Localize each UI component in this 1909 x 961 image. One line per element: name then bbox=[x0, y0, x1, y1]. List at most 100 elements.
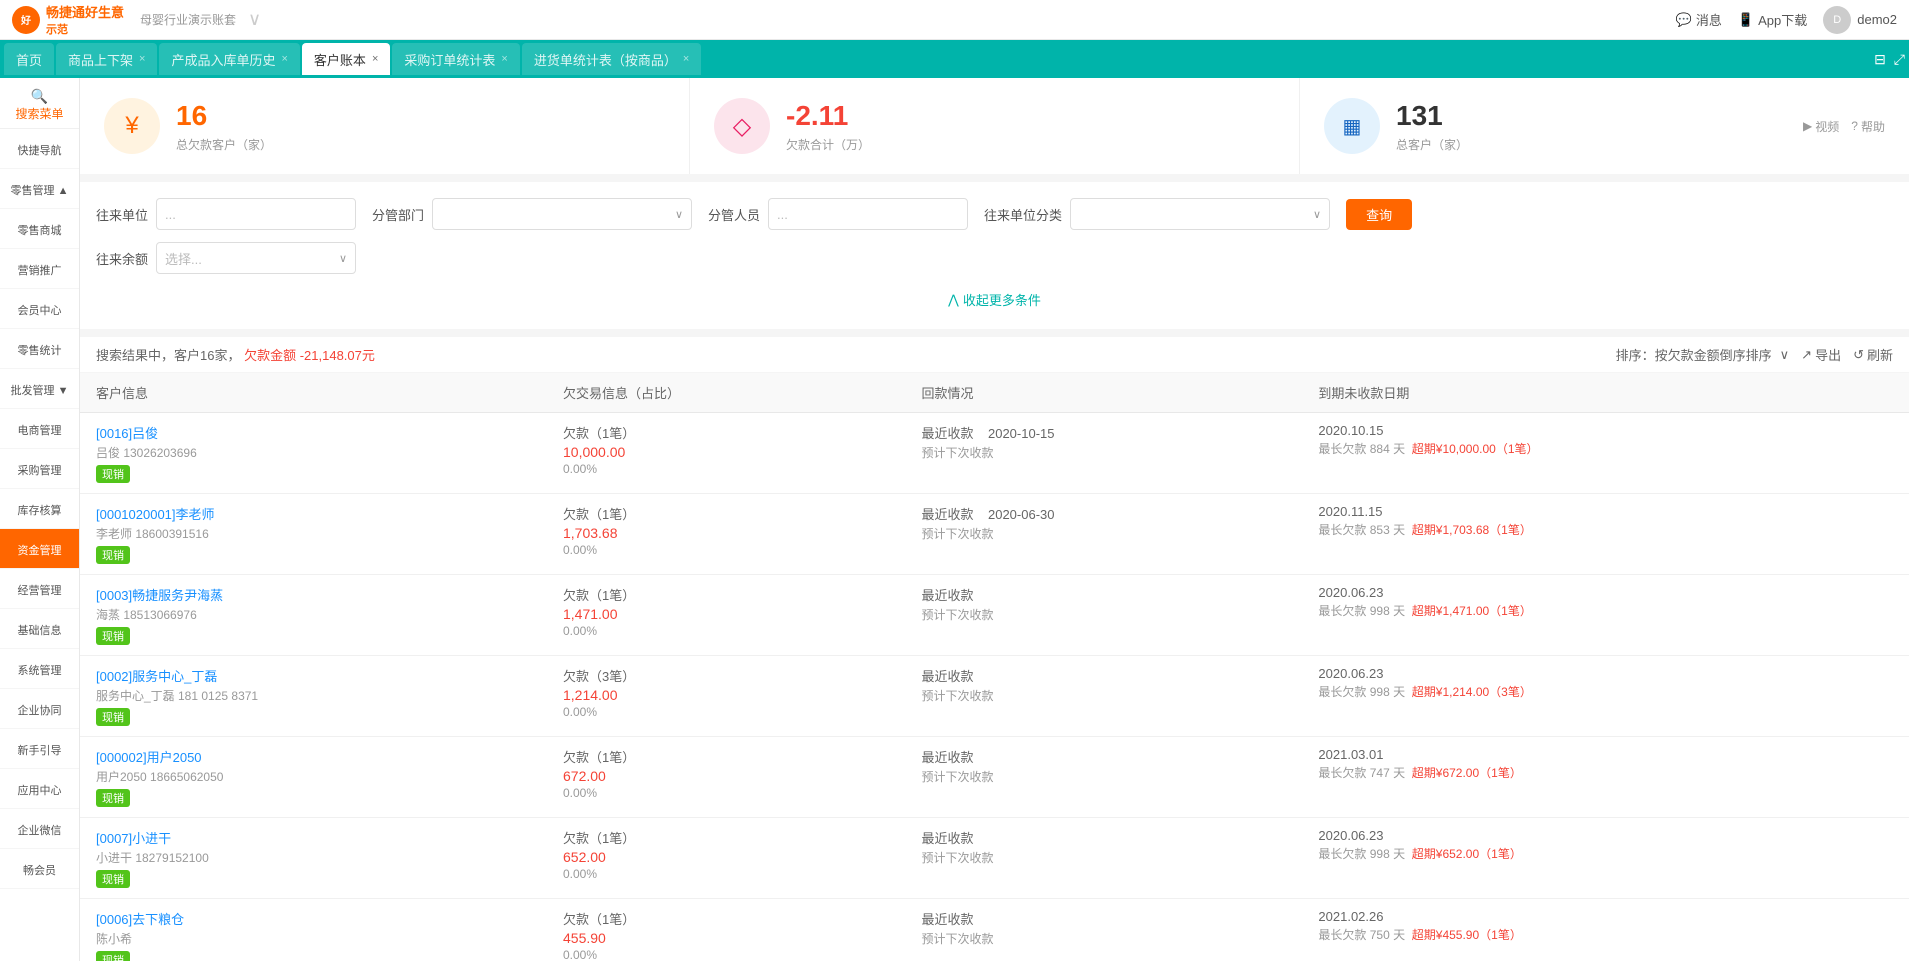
overdue-link[interactable]: 超期¥1,703.68（1笔） bbox=[1412, 523, 1532, 537]
due-date: 2021.03.01 bbox=[1318, 747, 1893, 762]
sort-dropdown[interactable]: 排序：按欠款金额倒序排序 ∨ bbox=[1616, 345, 1790, 364]
debt-amount: 1,471.00 bbox=[563, 606, 890, 622]
cell-customer: [0001020001]李老师 李老师 18600391516 现销 bbox=[80, 494, 547, 575]
tab-product-offline[interactable]: 商品上下架 × bbox=[56, 43, 157, 75]
customer-name-link[interactable]: [000002]用户2050 bbox=[96, 747, 531, 766]
debt-amount: 10,000.00 bbox=[563, 444, 890, 460]
balance-input[interactable]: 选择... ∨ bbox=[156, 242, 356, 274]
debt-percent: 0.00% bbox=[563, 624, 890, 638]
overdue-days: 最长欠款 853 天 超期¥1,703.68（1笔） bbox=[1318, 521, 1893, 538]
overdue-link[interactable]: 超期¥672.00（1笔） bbox=[1412, 766, 1522, 780]
sidebar-item-purchase[interactable]: 采购管理 bbox=[0, 449, 79, 489]
debt-count: 欠款（1笔） bbox=[563, 909, 890, 928]
sidebar-item-ecommerce[interactable]: 电商管理 bbox=[0, 409, 79, 449]
tab-customer-account[interactable]: 客户账本 × bbox=[302, 43, 390, 75]
sidebar-item-app-center[interactable]: 应用中心 bbox=[0, 769, 79, 809]
filter-balance: 往来余额 选择... ∨ bbox=[96, 242, 356, 274]
sidebar-item-new-guide[interactable]: 新手引导 bbox=[0, 729, 79, 769]
customer-name-link[interactable]: [0006]去下粮仓 bbox=[96, 909, 531, 928]
cell-debt: 欠款（1笔） 455.90 0.00% bbox=[547, 899, 906, 961]
category-input[interactable]: ∨ bbox=[1070, 198, 1330, 230]
customer-name-link[interactable]: [0007]小进干 bbox=[96, 828, 531, 847]
sidebar-item-marketing[interactable]: 营销推广 bbox=[0, 249, 79, 289]
supplier-input[interactable]: ... bbox=[156, 198, 356, 230]
sidebar-item-retail-mall[interactable]: 零售商城 bbox=[0, 209, 79, 249]
dept-input[interactable]: ∨ bbox=[432, 198, 692, 230]
tab-purchase-order[interactable]: 采购订单统计表 × bbox=[392, 43, 519, 75]
sidebar-item-batch-mgmt[interactable]: 批发管理 ▼ bbox=[0, 369, 79, 409]
sidebar-item-member-center[interactable]: 会员中心 bbox=[0, 289, 79, 329]
overdue-link[interactable]: 超期¥652.00（1笔） bbox=[1412, 847, 1522, 861]
customer-tag: 现销 bbox=[96, 951, 130, 961]
video-btn[interactable]: ▶ 视频 bbox=[1803, 118, 1839, 135]
tab-home[interactable]: 首页 bbox=[4, 43, 54, 75]
export-btn[interactable]: ↗ 导出 bbox=[1801, 345, 1841, 364]
close-tab-customer-account[interactable]: × bbox=[372, 53, 378, 65]
cell-debt: 欠款（1笔） 672.00 0.00% bbox=[547, 737, 906, 818]
collapse-filter-btn[interactable]: ⋀ 收起更多条件 bbox=[96, 286, 1893, 313]
results-summary: 搜索结果中，客户16家， 欠款金额 -21,148.07元 bbox=[96, 345, 375, 364]
overdue-link[interactable]: 超期¥10,000.00（1笔） bbox=[1412, 442, 1539, 456]
person-input[interactable]: ... bbox=[768, 198, 968, 230]
sidebar-item-basic-info[interactable]: 基础信息 bbox=[0, 609, 79, 649]
sidebar-item-quick-nav[interactable]: 快捷导航 bbox=[0, 129, 79, 169]
app-download-btn[interactable]: 📱 App下载 bbox=[1738, 10, 1807, 29]
customer-tag: 现销 bbox=[96, 627, 130, 645]
customer-name-link[interactable]: [0001020001]李老师 bbox=[96, 504, 531, 523]
sidebar-item-pro-member[interactable]: 畅会员 bbox=[0, 849, 79, 889]
tab-fullscreen-btn[interactable]: ⤢ bbox=[1894, 51, 1905, 68]
industry-dropdown[interactable]: ∨ bbox=[248, 9, 261, 30]
overdue-link[interactable]: 超期¥1,214.00（3笔） bbox=[1412, 685, 1532, 699]
table-row: [0007]小进干 小进干 18279152100 现销 欠款（1笔） 652.… bbox=[80, 818, 1909, 899]
sidebar-search[interactable]: 🔍 搜索菜单 bbox=[0, 78, 79, 129]
tab-inventory-stats[interactable]: 进货单统计表（按商品） × bbox=[522, 43, 701, 75]
close-tab-product-history[interactable]: × bbox=[281, 53, 287, 65]
overdue-link[interactable]: 超期¥1,471.00（1笔） bbox=[1412, 604, 1532, 618]
close-tab-product-offline[interactable]: × bbox=[139, 53, 145, 65]
customer-name-link[interactable]: [0016]吕俊 bbox=[96, 423, 531, 442]
debt-count: 欠款（1笔） bbox=[563, 747, 890, 766]
stat-value-debt: -2.11 bbox=[786, 100, 870, 132]
sidebar-item-retail-stats[interactable]: 零售统计 bbox=[0, 329, 79, 369]
last-collection-label: 最近收款 bbox=[922, 909, 1287, 928]
table-row: [0003]畅捷服务尹海蒸 海蒸 18513066976 现销 欠款（1笔） 1… bbox=[80, 575, 1909, 656]
tab-product-history[interactable]: 产成品入库单历史 × bbox=[159, 43, 299, 75]
search-button[interactable]: 查询 bbox=[1346, 199, 1412, 230]
sidebar-item-system-mgmt[interactable]: 系统管理 bbox=[0, 649, 79, 689]
sidebar-item-enterprise[interactable]: 企业协同 bbox=[0, 689, 79, 729]
close-tab-purchase-order[interactable]: × bbox=[501, 53, 507, 65]
message-btn[interactable]: 💬 消息 bbox=[1676, 10, 1722, 29]
results-actions: 排序：按欠款金额倒序排序 ∨ ↗ 导出 ↺ 刷新 bbox=[1616, 345, 1893, 364]
tab-collapse-btn[interactable]: ⊟ bbox=[1874, 51, 1886, 68]
sidebar-item-capital-mgmt[interactable]: 资金管理 bbox=[0, 529, 79, 569]
debt-percent: 0.00% bbox=[563, 543, 890, 557]
sidebar-item-inventory[interactable]: 库存核算 bbox=[0, 489, 79, 529]
customer-name-link[interactable]: [0002]服务中心_丁磊 bbox=[96, 666, 531, 685]
user-area[interactable]: D demo2 bbox=[1823, 6, 1897, 34]
customer-name-link[interactable]: [0003]畅捷服务尹海蒸 bbox=[96, 585, 531, 604]
overdue-link[interactable]: 超期¥455.90（1笔） bbox=[1412, 928, 1522, 942]
help-btn[interactable]: ? 帮助 bbox=[1851, 118, 1885, 135]
stats-row: ¥ 16 总欠款客户（家） ◇ -2.11 欠款合计（万） ▦ bbox=[80, 78, 1909, 174]
stat-card-total: ▦ 131 总客户（家） ▶ 视频 ? 帮助 bbox=[1300, 78, 1909, 174]
next-collection-label: 预计下次收款 bbox=[922, 768, 1287, 785]
tab-bar: 首页 商品上下架 × 产成品入库单历史 × 客户账本 × 采购订单统计表 × 进… bbox=[0, 40, 1909, 78]
sidebar-item-enterprise-wechat[interactable]: 企业微信 bbox=[0, 809, 79, 849]
refresh-btn[interactable]: ↺ 刷新 bbox=[1853, 345, 1893, 364]
col-header-recovery: 回款情况 bbox=[906, 373, 1303, 413]
next-collection-label: 预计下次收款 bbox=[922, 849, 1287, 866]
help-icon: ? bbox=[1851, 119, 1858, 133]
debt-count: 欠款（3笔） bbox=[563, 666, 890, 685]
customer-contact: 李老师 18600391516 bbox=[96, 525, 531, 542]
industry-label: 母婴行业演示账套 bbox=[140, 11, 236, 28]
cell-debt: 欠款（1笔） 10,000.00 0.00% bbox=[547, 413, 906, 494]
sidebar-item-retail-mgmt[interactable]: 零售管理 ▲ bbox=[0, 169, 79, 209]
next-collection-label: 预计下次收款 bbox=[922, 444, 1287, 461]
cell-customer: [0006]去下粮仓 陈小希 现销 bbox=[80, 899, 547, 961]
debt-amount: 1,214.00 bbox=[563, 687, 890, 703]
sidebar: 🔍 搜索菜单 快捷导航 零售管理 ▲ 零售商城 营销推广 会员中心 零售统计 bbox=[0, 78, 80, 961]
close-tab-inventory-stats[interactable]: × bbox=[683, 53, 689, 65]
results-bar: 搜索结果中，客户16家， 欠款金额 -21,148.07元 排序：按欠款金额倒序… bbox=[80, 337, 1909, 372]
sidebar-item-operation-mgmt[interactable]: 经营管理 bbox=[0, 569, 79, 609]
stat-icon-total: ▦ bbox=[1324, 98, 1380, 154]
